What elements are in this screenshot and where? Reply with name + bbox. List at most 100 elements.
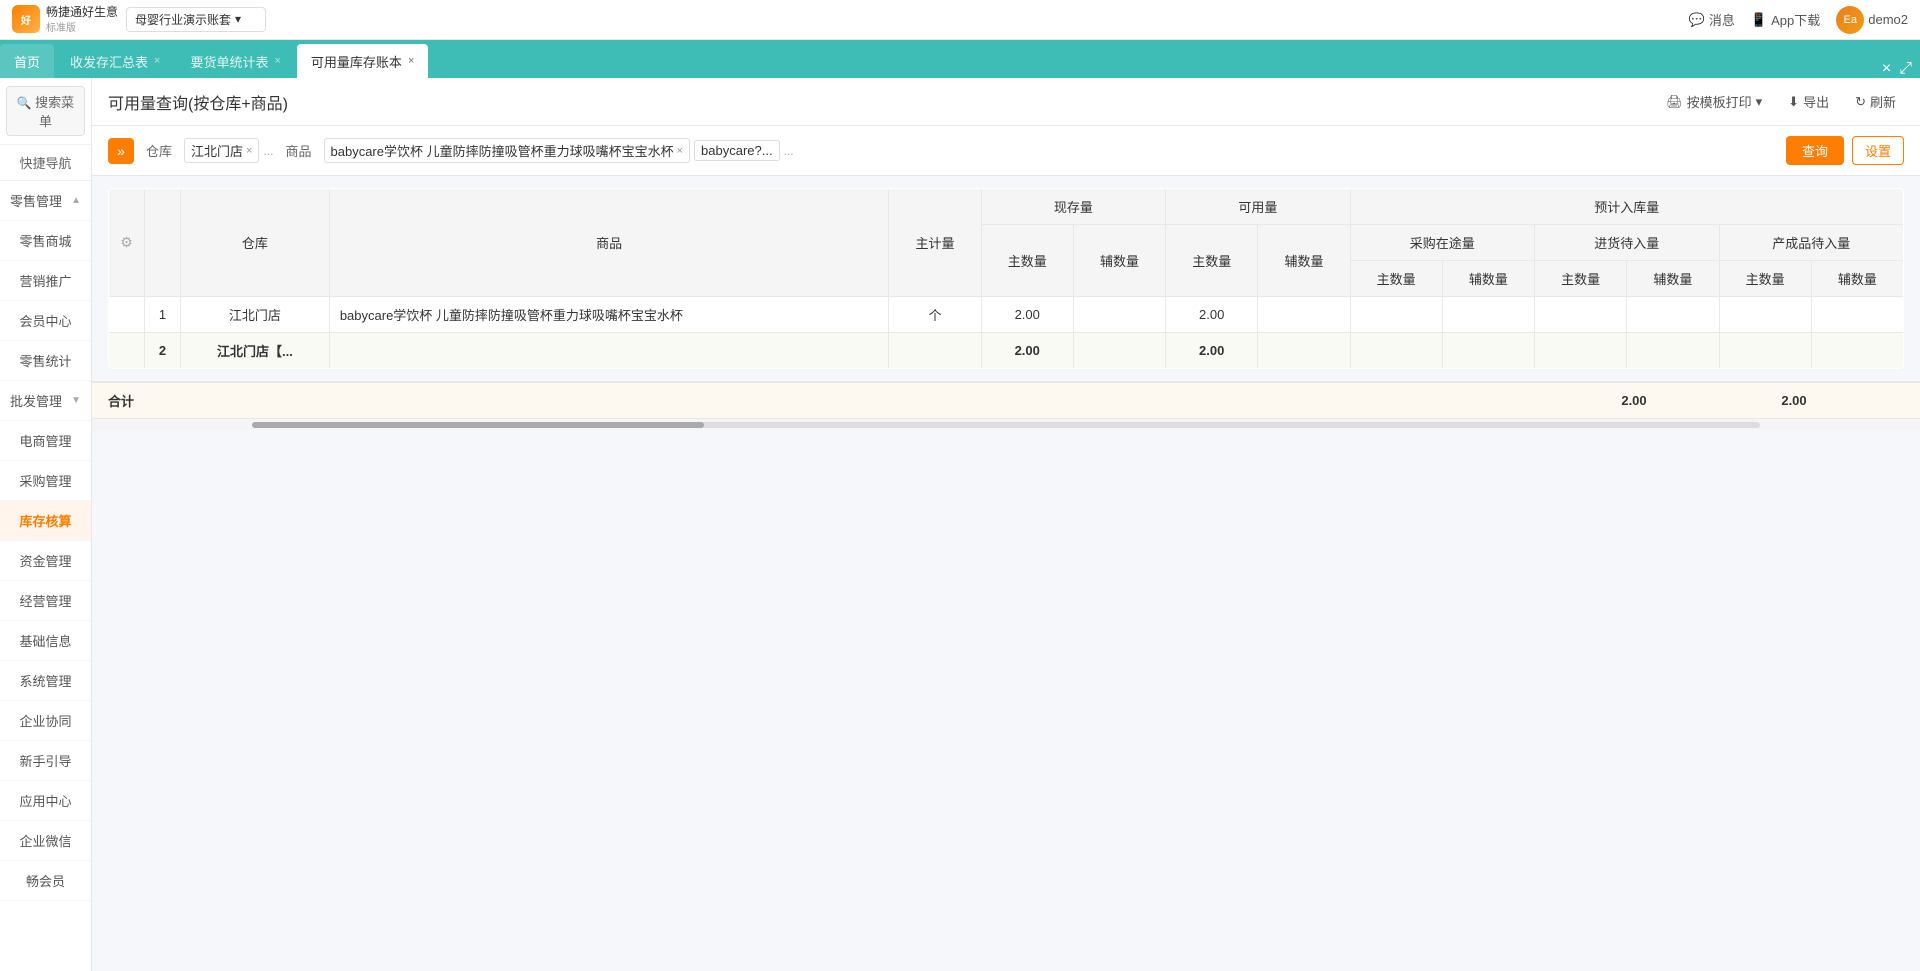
print-icon: 🖨 bbox=[1666, 94, 1683, 110]
product-tag-1[interactable]: babycare学饮杯 儿童防摔防撞吸管杯重力球吸嘴杯宝宝水杯 × bbox=[324, 138, 691, 163]
dropdown-icon: ▾ bbox=[1756, 94, 1763, 110]
sidebar-item-new-guide[interactable]: 新手引导 bbox=[0, 741, 91, 781]
warehouse-tag[interactable]: 江北门店 × bbox=[184, 138, 259, 163]
sidebar-item-enterprise-collab[interactable]: 企业协同 bbox=[0, 701, 91, 741]
sidebar-item-marketing[interactable]: 营销推广 bbox=[0, 261, 91, 301]
expand-icon[interactable]: ⤢ bbox=[1899, 60, 1912, 78]
page-title: 可用量查询(按仓库+商品) bbox=[108, 90, 288, 114]
total-stock-main: 2.00 bbox=[1604, 393, 1664, 408]
cell-stock-main: 2.00 bbox=[981, 297, 1073, 333]
content-area: 可用量查询(按仓库+商品) 🖨 按模板打印 ▾ ⬇ 导出 ↻ 刷新 » bbox=[92, 78, 1920, 971]
sidebar-item-purchase[interactable]: 采购管理 bbox=[0, 461, 91, 501]
message-icon: 💬 bbox=[1689, 12, 1705, 28]
filter-more-indicator[interactable]: ... bbox=[263, 144, 273, 158]
download-icon: 📱 bbox=[1751, 12, 1767, 28]
product-tag-2[interactable]: babycare?... bbox=[694, 140, 780, 161]
col-warehouse: 仓库 bbox=[181, 189, 330, 297]
sidebar-item-basic-info[interactable]: 基础信息 bbox=[0, 621, 91, 661]
cell-settings bbox=[109, 297, 145, 333]
sidebar-item-operations[interactable]: 经营管理 bbox=[0, 581, 91, 621]
cell-purchase-transit-aux bbox=[1442, 297, 1534, 333]
sidebar-item-app-center[interactable]: 应用中心 bbox=[0, 781, 91, 821]
subtotal-pt-main bbox=[1350, 333, 1442, 369]
subtotal-avail-aux bbox=[1258, 333, 1350, 369]
refresh-button[interactable]: ↻ 刷新 bbox=[1847, 88, 1904, 115]
cell-purchase-transit-main bbox=[1350, 297, 1442, 333]
tab-close-icon[interactable]: × bbox=[408, 55, 414, 67]
subtotal-fp-main bbox=[1719, 333, 1811, 369]
export-button[interactable]: ⬇ 导出 bbox=[1780, 88, 1837, 115]
subtotal-row: 2 江北门店【... 2.00 2.00 bbox=[109, 333, 1904, 369]
col-purchase-transit-header: 采购在途量 bbox=[1350, 225, 1534, 261]
cell-avail-aux bbox=[1258, 297, 1350, 333]
message-action[interactable]: 💬 消息 bbox=[1689, 10, 1735, 29]
logo-text: 畅捷通好生意 标准版 bbox=[46, 5, 118, 34]
sidebar-item-vip-member[interactable]: 畅会员 bbox=[0, 861, 91, 901]
horizontal-scrollbar[interactable] bbox=[92, 418, 1920, 430]
warehouse-filter-tags: 江北门店 × ... bbox=[184, 138, 273, 163]
sidebar-search: 🔍 搜索菜单 bbox=[0, 78, 91, 145]
setting-button[interactable]: 设置 bbox=[1852, 136, 1904, 165]
sidebar-item-retail-mall[interactable]: 零售商城 bbox=[0, 221, 91, 261]
subtotal-stock-main: 2.00 bbox=[981, 333, 1073, 369]
tab-close-icon[interactable]: × bbox=[154, 55, 160, 67]
top-bar: 好 畅捷通好生意 标准版 母婴行业演示账套 ▾ 💬 消息 📱 App下载 Ea … bbox=[0, 0, 1920, 40]
subtotal-avail-main: 2.00 bbox=[1166, 333, 1258, 369]
tag-close-icon[interactable]: × bbox=[677, 145, 683, 157]
sidebar-item-enterprise-wechat[interactable]: 企业微信 bbox=[0, 821, 91, 861]
subtotal-settings bbox=[109, 333, 145, 369]
col-product: 商品 bbox=[329, 189, 889, 297]
tab-close-icon[interactable]: × bbox=[274, 55, 280, 67]
col-avail-aux: 辅数量 bbox=[1258, 225, 1350, 297]
subtotal-fp-aux bbox=[1811, 333, 1903, 369]
table-settings-icon[interactable]: ⚙ bbox=[120, 234, 133, 250]
sidebar-item-member-center[interactable]: 会员中心 bbox=[0, 301, 91, 341]
cell-index: 1 bbox=[145, 297, 181, 333]
nav-tabs: 首页 收发存汇总表 × 要货单统计表 × 可用量库存账本 × × ⤢ bbox=[0, 40, 1920, 78]
sidebar-item-retail-stats[interactable]: 零售统计 bbox=[0, 341, 91, 381]
query-button[interactable]: 查询 bbox=[1786, 136, 1844, 165]
logo-icon: 好 bbox=[12, 5, 40, 33]
warehouse-filter-label: 仓库 bbox=[146, 141, 172, 160]
col-finished-main: 主数量 bbox=[1719, 261, 1811, 297]
chevron-down-icon: ▾ bbox=[235, 12, 241, 26]
total-avail-main: 2.00 bbox=[1764, 393, 1824, 408]
sidebar-item-inventory[interactable]: 库存核算 bbox=[0, 501, 91, 541]
tab-available-inventory[interactable]: 可用量库存账本 × bbox=[297, 44, 428, 78]
template-print-button[interactable]: 🖨 按模板打印 ▾ bbox=[1658, 88, 1770, 115]
sidebar-item-finance[interactable]: 资金管理 bbox=[0, 541, 91, 581]
quick-nav-button[interactable]: 快捷导航 bbox=[0, 145, 91, 181]
col-purchase-pending-header: 进货待入量 bbox=[1535, 225, 1719, 261]
sidebar-item-system[interactable]: 系统管理 bbox=[0, 661, 91, 701]
sidebar-item-ecommerce[interactable]: 电商管理 bbox=[0, 421, 91, 461]
tag-close-icon[interactable]: × bbox=[246, 145, 252, 157]
search-menu-button[interactable]: 🔍 搜索菜单 bbox=[6, 86, 85, 136]
col-settings: ⚙ bbox=[109, 189, 145, 297]
filter-expand-button[interactable]: » bbox=[108, 138, 134, 164]
col-index bbox=[145, 189, 181, 297]
tab-receive-summary[interactable]: 收发存汇总表 × bbox=[56, 44, 174, 78]
app-download-action[interactable]: 📱 App下载 bbox=[1751, 10, 1820, 29]
col-expected-in-header: 预计入库量 bbox=[1350, 189, 1903, 225]
sidebar-item-wholesale-mgmt[interactable]: 批发管理 ▼ bbox=[0, 381, 91, 421]
cell-main-unit: 个 bbox=[889, 297, 981, 333]
subtotal-pp-main bbox=[1535, 333, 1627, 369]
cell-stock-aux bbox=[1073, 297, 1165, 333]
cell-purchase-pending-main bbox=[1535, 297, 1627, 333]
close-all-icon[interactable]: × bbox=[1882, 60, 1891, 78]
col-purchase-pending-aux: 辅数量 bbox=[1627, 261, 1719, 297]
footer-total: 合计 2.00 2.00 bbox=[92, 381, 1920, 418]
product-filter-label: 商品 bbox=[285, 141, 311, 160]
cell-purchase-pending-aux bbox=[1627, 297, 1719, 333]
filter-more-indicator-2[interactable]: ... bbox=[784, 144, 794, 158]
subtotal-index: 2 bbox=[145, 333, 181, 369]
subtotal-stock-aux bbox=[1073, 333, 1165, 369]
industry-selector[interactable]: 母婴行业演示账套 ▾ bbox=[126, 7, 266, 32]
tab-order-stats[interactable]: 要货单统计表 × bbox=[176, 44, 294, 78]
nav-tab-end: × ⤢ bbox=[1882, 60, 1920, 78]
col-available-header: 可用量 bbox=[1166, 189, 1350, 225]
user-action[interactable]: Ea demo2 bbox=[1836, 6, 1908, 34]
tab-home[interactable]: 首页 bbox=[0, 44, 54, 78]
scrollbar-thumb[interactable] bbox=[252, 422, 704, 428]
sidebar-item-retail-mgmt[interactable]: 零售管理 ▲ bbox=[0, 181, 91, 221]
